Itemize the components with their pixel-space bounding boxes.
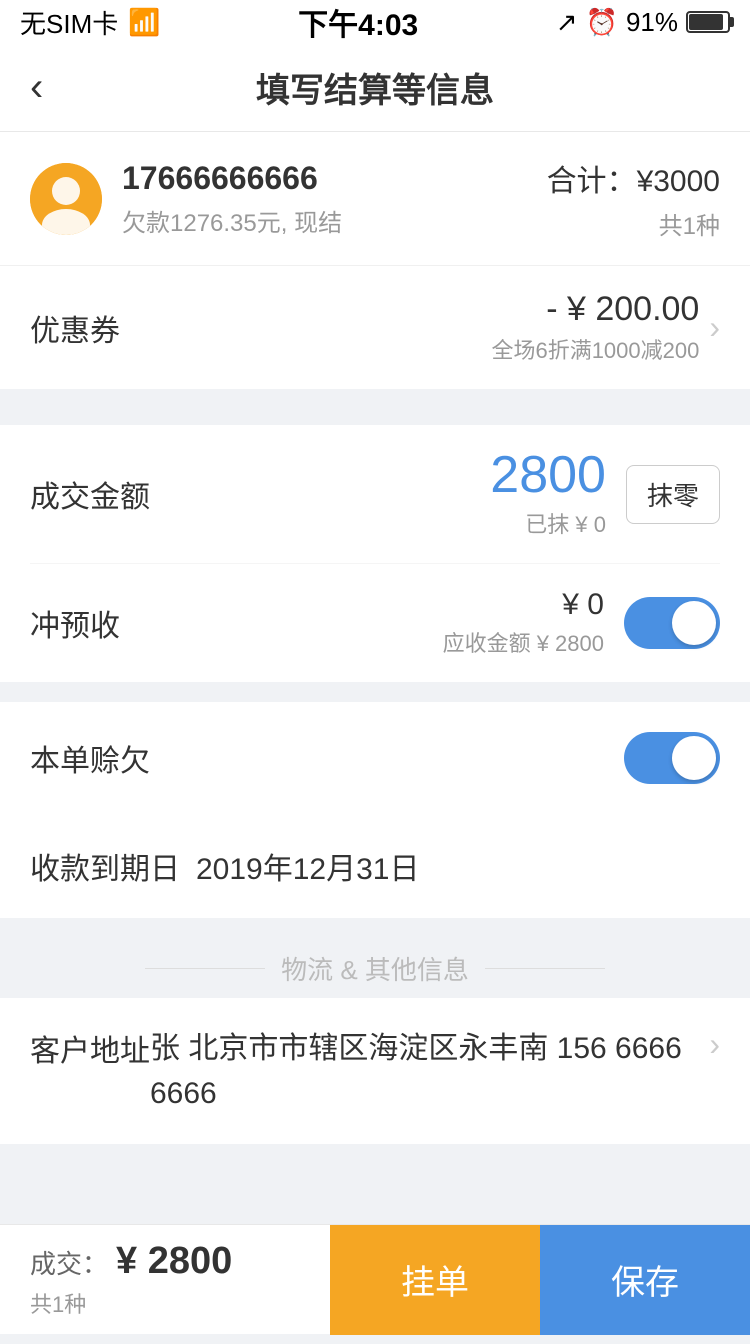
debt-label: 本单赊欠 [30, 736, 150, 780]
address-chevron-icon: › [709, 1026, 720, 1063]
deal-amount-row: 成交金额 2800 已抹 ¥ 0 抹零 [30, 425, 720, 564]
address-section: 客户地址 张 北京市市辖区海淀区永丰南 156 6666 6666 › [0, 998, 750, 1144]
deal-amount-sub: 已抹 ¥ 0 [490, 507, 606, 539]
user-count: 共1种 [547, 206, 720, 241]
page-title: 填写结算等信息 [256, 63, 494, 112]
bottom-deal-amount: ¥ 2800 [116, 1240, 232, 1283]
bottom-deal: 成交： ¥ 2800 [30, 1240, 300, 1283]
address-value: 张 北京市市辖区海淀区永丰南 156 6666 6666 [150, 1026, 699, 1116]
total-amount: ¥3000 [637, 165, 720, 198]
deal-amount-num: 2800 [490, 449, 606, 501]
address-label: 客户地址 [30, 1026, 150, 1070]
wifi-icon: 📶 [128, 7, 160, 38]
logistics-text: 物流 & 其他信息 [281, 950, 469, 987]
save-button[interactable]: 保存 [540, 1225, 750, 1335]
coupon-amount: - ¥ 200.00 [491, 290, 699, 329]
logistics-label: 物流 & 其他信息 [145, 950, 605, 987]
battery-percent: 91% [626, 7, 678, 38]
debt-section: 本单赊欠 收款到期日 2019年12月31日 [0, 702, 750, 918]
user-total: 合计：¥3000 [547, 156, 720, 200]
deal-amount-info: 2800 已抹 ¥ 0 [490, 449, 606, 539]
gray-divider-2 [0, 682, 750, 702]
duedate-row: 收款到期日 2019年12月31日 [30, 814, 720, 918]
location-icon: ↗ [556, 7, 578, 38]
bottom-count: 共1种 [30, 1287, 300, 1319]
status-time: 下午4:03 [298, 0, 418, 44]
prepay-amount: ¥ 0 [443, 588, 604, 622]
prepay-toggle[interactable] [624, 597, 720, 649]
prepay-right: ¥ 0 应收金额 ¥ 2800 [443, 588, 720, 658]
status-right: ↗ ⏰ 91% [556, 7, 730, 38]
user-left: 17666666666 欠款1276.35元, 现结 [30, 160, 342, 238]
duedate-value: 2019年12月31日 [196, 844, 419, 888]
user-info-row: 17666666666 欠款1276.35元, 现结 合计：¥3000 共1种 [0, 132, 750, 265]
user-phone: 17666666666 [122, 160, 342, 197]
user-debt: 欠款1276.35元, 现结 [122, 203, 342, 238]
debt-toggle[interactable] [624, 732, 720, 784]
avatar-icon [30, 163, 102, 235]
deal-amount-label: 成交金额 [30, 472, 150, 516]
user-details: 17666666666 欠款1276.35元, 现结 [122, 160, 342, 238]
battery-icon [686, 11, 730, 33]
bottom-summary: 成交： ¥ 2800 共1种 [0, 1240, 330, 1319]
status-left: 无SIM卡 📶 [20, 4, 161, 41]
prepay-label: 冲预收 [30, 601, 120, 645]
gray-divider-1 [0, 405, 750, 425]
logistics-line-left [145, 968, 265, 969]
toggle-knob [672, 601, 716, 645]
bottom-bar: 成交： ¥ 2800 共1种 挂单 保存 [0, 1224, 750, 1334]
back-button[interactable]: ‹ [20, 55, 53, 120]
gray-divider-3 [0, 918, 750, 938]
coupon-right: - ¥ 200.00 全场6折满1000减200 › [491, 290, 720, 365]
prepay-row: 冲预收 ¥ 0 应收金额 ¥ 2800 [30, 564, 720, 682]
debt-toggle-knob [672, 736, 716, 780]
coupon-info: - ¥ 200.00 全场6折满1000减200 [491, 290, 699, 365]
round-button[interactable]: 抹零 [626, 465, 720, 524]
coupon-desc: 全场6折满1000减200 [491, 333, 699, 365]
logistics-line-right [485, 968, 605, 969]
coupon-label: 优惠券 [30, 306, 120, 350]
total-label: 合计： [547, 165, 637, 198]
alarm-icon: ⏰ [586, 7, 618, 38]
deal-amount-right: 2800 已抹 ¥ 0 抹零 [490, 449, 720, 539]
nav-bar: ‹ 填写结算等信息 [0, 44, 750, 132]
chevron-right-icon: › [709, 309, 720, 346]
prepay-sub: 应收金额 ¥ 2800 [443, 626, 604, 658]
logistics-divider: 物流 & 其他信息 [0, 938, 750, 998]
bottom-deal-label: 成交： [30, 1244, 108, 1281]
coupon-row[interactable]: 优惠券 - ¥ 200.00 全场6折满1000减200 › [0, 265, 750, 389]
address-row[interactable]: 客户地址 张 北京市市辖区海淀区永丰南 156 6666 6666 › [30, 998, 720, 1144]
avatar [30, 163, 102, 235]
debt-row: 本单赊欠 [30, 702, 720, 814]
duedate-label: 收款到期日 [30, 844, 180, 888]
deal-section: 成交金额 2800 已抹 ¥ 0 抹零 冲预收 ¥ 0 应收金额 ¥ 2800 [0, 425, 750, 682]
status-bar: 无SIM卡 📶 下午4:03 ↗ ⏰ 91% [0, 0, 750, 44]
carrier-text: 无SIM卡 [20, 4, 118, 41]
prepay-amount-info: ¥ 0 应收金额 ¥ 2800 [443, 588, 604, 658]
user-info-section: 17666666666 欠款1276.35元, 现结 合计：¥3000 共1种 … [0, 132, 750, 389]
hold-button[interactable]: 挂单 [330, 1225, 540, 1335]
user-right: 合计：¥3000 共1种 [547, 156, 720, 241]
